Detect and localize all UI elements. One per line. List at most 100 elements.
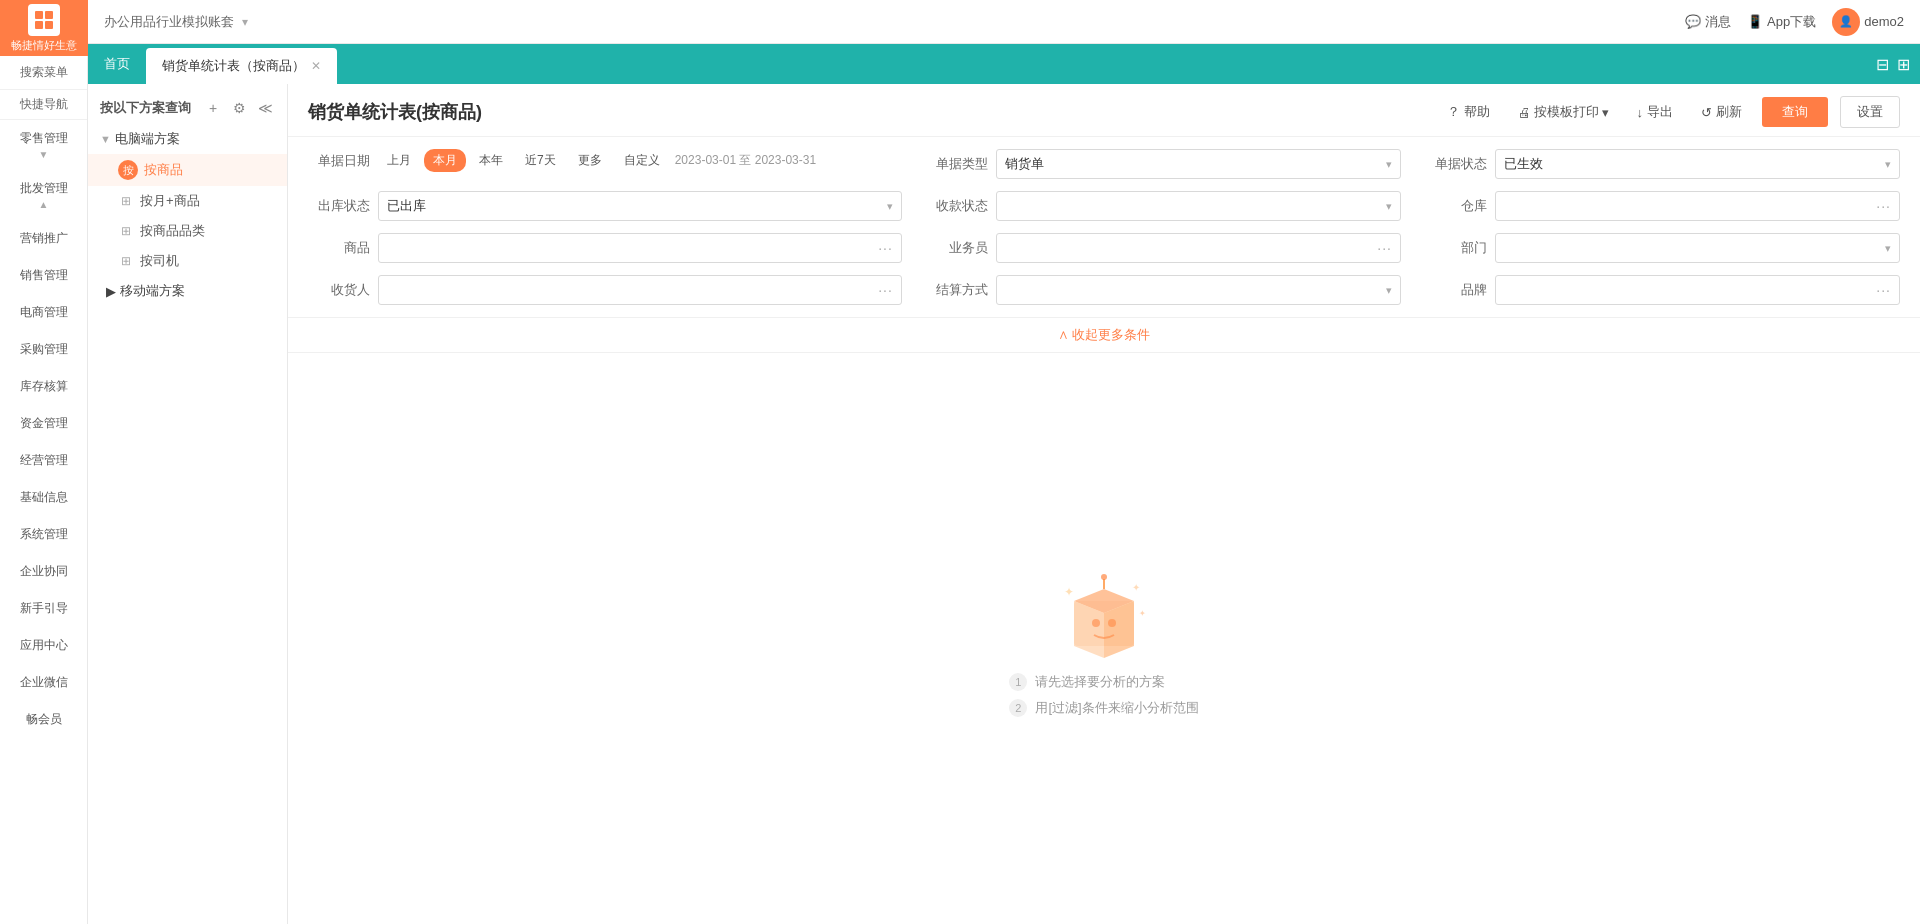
sidebar-item-corpwechat[interactable]: 企业微信 bbox=[0, 664, 87, 701]
sidebar-item-finance[interactable]: 资金管理 bbox=[0, 405, 87, 442]
sidebar-item-basic[interactable]: 基础信息 bbox=[0, 479, 87, 516]
filter-item-payment: 收款状态 ▾ bbox=[926, 191, 1401, 221]
svg-rect-1 bbox=[45, 11, 53, 19]
settings-btn[interactable]: 设置 bbox=[1840, 96, 1900, 128]
sidebar-item-appcenter[interactable]: 应用中心 bbox=[0, 627, 87, 664]
salesperson-label: 业务员 bbox=[926, 239, 996, 257]
product-input[interactable]: ··· bbox=[378, 233, 902, 263]
date-range-value: 2023-03-01 至 2023-03-31 bbox=[675, 152, 816, 169]
collapse-panel-btn[interactable]: ≪ bbox=[255, 98, 275, 118]
newbie-label: 新手引导 bbox=[20, 600, 68, 617]
tab-report-close[interactable]: ✕ bbox=[311, 59, 321, 73]
svg-rect-2 bbox=[35, 21, 43, 29]
salesperson-input[interactable]: ··· bbox=[996, 233, 1401, 263]
settings-scheme-btn[interactable]: ⚙ bbox=[229, 98, 249, 118]
sidebar-quicknav[interactable]: 快捷导航 bbox=[0, 90, 87, 120]
tab-report[interactable]: 销货单统计表（按商品） ✕ bbox=[146, 48, 337, 84]
sidebar-item-wholesale[interactable]: 批发管理 ▲ bbox=[0, 170, 87, 220]
app-download-label: App下载 bbox=[1767, 13, 1816, 31]
app-logo[interactable]: 畅捷情好生意 bbox=[0, 0, 88, 56]
tree-group-desktop-label: 电脑端方案 bbox=[115, 130, 180, 148]
outstatus-input[interactable]: 已出库 ▾ bbox=[378, 191, 902, 221]
sidebar-item-retail[interactable]: 零售管理 ▼ bbox=[0, 120, 87, 170]
receiver-dots: ··· bbox=[878, 282, 893, 298]
tree-item-by-month-product[interactable]: ⊞ 按月+商品 bbox=[88, 186, 287, 216]
warehouse-label: 仓库 bbox=[1425, 197, 1495, 215]
billtype-input[interactable]: 销货单 ▾ bbox=[996, 149, 1401, 179]
filter-item-brand: 品牌 ··· bbox=[1425, 275, 1900, 305]
payment-input[interactable]: ▾ bbox=[996, 191, 1401, 221]
sidebar-item-operations[interactable]: 经营管理 bbox=[0, 442, 87, 479]
query-btn[interactable]: 查询 bbox=[1762, 97, 1828, 127]
empty-tip-2: 2 用[过滤]条件来缩小分析范围 bbox=[1009, 699, 1198, 717]
wholesale-label: 批发管理 bbox=[20, 180, 68, 197]
filter-item-department: 部门 ▾ bbox=[1425, 233, 1900, 263]
help-btn[interactable]: ？ 帮助 bbox=[1439, 99, 1498, 125]
tip-num-1: 1 bbox=[1009, 673, 1027, 691]
receiver-input[interactable]: ··· bbox=[378, 275, 902, 305]
topbar-dropdown-arrow[interactable]: ▾ bbox=[242, 15, 248, 29]
export-icon: ↓ bbox=[1637, 105, 1644, 120]
sidebar-item-member[interactable]: 畅会员 bbox=[0, 701, 87, 738]
product-label: 商品 bbox=[308, 239, 378, 257]
outstatus-value: 已出库 bbox=[387, 197, 426, 215]
active-dot-icon: 按 bbox=[118, 160, 138, 180]
date-label: 单据日期 bbox=[308, 152, 378, 170]
refresh-btn[interactable]: ↺ 刷新 bbox=[1693, 99, 1750, 125]
tree-group-mobile-label: 移动端方案 bbox=[120, 282, 185, 300]
member-label: 畅会员 bbox=[26, 711, 62, 728]
tab-maximize-btn[interactable]: ⊞ bbox=[1897, 55, 1910, 74]
date-btn-custom[interactable]: 自定义 bbox=[615, 149, 669, 172]
date-btn-thisyear[interactable]: 本年 bbox=[470, 149, 512, 172]
sidebar-item-ecommerce[interactable]: 电商管理 bbox=[0, 294, 87, 331]
tab-home[interactable]: 首页 bbox=[88, 44, 146, 84]
svg-rect-3 bbox=[45, 21, 53, 29]
sidebar-item-marketing[interactable]: 营销推广 bbox=[0, 220, 87, 257]
sidebar-item-sales[interactable]: 销售管理 bbox=[0, 257, 87, 294]
filter-item-billstatus: 单据状态 已生效 ▾ bbox=[1425, 149, 1900, 179]
avatar-img: 👤 bbox=[1839, 15, 1853, 28]
department-input[interactable]: ▾ bbox=[1495, 233, 1900, 263]
tree-group-mobile-header[interactable]: ▶ 移动端方案 bbox=[88, 276, 287, 306]
filter-item-date: 单据日期 上月 本月 本年 近7天 更多 自定义 2023-03-01 至 20… bbox=[308, 149, 902, 172]
sidebar-item-enterprise[interactable]: 企业协同 bbox=[0, 553, 87, 590]
sidebar-item-newbie[interactable]: 新手引导 bbox=[0, 590, 87, 627]
outstatus-label: 出库状态 bbox=[308, 197, 378, 215]
date-btn-lastmonth[interactable]: 上月 bbox=[378, 149, 420, 172]
purchase-label: 采购管理 bbox=[20, 341, 68, 358]
tree-item-by-cashier[interactable]: ⊞ 按司机 bbox=[88, 246, 287, 276]
sidebar-item-inventory[interactable]: 库存核算 bbox=[0, 368, 87, 405]
app-download-btn[interactable]: 📱 App下载 bbox=[1747, 13, 1816, 31]
topbar-right: 💬 消息 📱 App下载 👤 demo2 bbox=[1685, 8, 1904, 36]
add-scheme-btn[interactable]: + bbox=[203, 98, 223, 118]
message-btn[interactable]: 💬 消息 bbox=[1685, 13, 1731, 31]
template-print-btn[interactable]: 🖨 按模板打印 ▾ bbox=[1510, 99, 1617, 125]
collapse-btn[interactable]: ∧ 收起更多条件 bbox=[288, 318, 1920, 353]
sidebar-item-system[interactable]: 系统管理 bbox=[0, 516, 87, 553]
billstatus-value: 已生效 bbox=[1504, 155, 1543, 173]
date-btn-more[interactable]: 更多 bbox=[569, 149, 611, 172]
refresh-label: 刷新 bbox=[1716, 103, 1742, 121]
tree-group-desktop-header[interactable]: ▼ 电脑端方案 bbox=[88, 124, 287, 154]
filter-row-1: 单据日期 上月 本月 本年 近7天 更多 自定义 2023-03-01 至 20… bbox=[308, 149, 1900, 179]
warehouse-input[interactable]: ··· bbox=[1495, 191, 1900, 221]
svg-text:✦: ✦ bbox=[1064, 585, 1074, 599]
brand-label: 品牌 bbox=[1425, 281, 1495, 299]
page-actions: ？ 帮助 🖨 按模板打印 ▾ ↓ 导出 ↺ 刷新 bbox=[1439, 96, 1901, 128]
message-label: 消息 bbox=[1705, 13, 1731, 31]
template-print-arrow: ▾ bbox=[1602, 105, 1609, 120]
sidebar-item-purchase[interactable]: 采购管理 bbox=[0, 331, 87, 368]
user-avatar-btn[interactable]: 👤 demo2 bbox=[1832, 8, 1904, 36]
tree-item-by-product[interactable]: 按 按商品 bbox=[88, 154, 287, 186]
tree-item-by-category[interactable]: ⊞ 按商品品类 bbox=[88, 216, 287, 246]
date-btn-thismonth[interactable]: 本月 bbox=[424, 149, 466, 172]
sidebar-search[interactable]: 搜索菜单 bbox=[0, 56, 87, 90]
export-btn[interactable]: ↓ 导出 bbox=[1629, 99, 1682, 125]
brand-input[interactable]: ··· bbox=[1495, 275, 1900, 305]
tab-minimize-btn[interactable]: ⊟ bbox=[1876, 55, 1889, 74]
settlement-input[interactable]: ▾ bbox=[996, 275, 1401, 305]
export-label: 导出 bbox=[1647, 103, 1673, 121]
billstatus-input[interactable]: 已生效 ▾ bbox=[1495, 149, 1900, 179]
tip-text-2: 用[过滤]条件来缩小分析范围 bbox=[1035, 699, 1198, 717]
date-btn-7days[interactable]: 近7天 bbox=[516, 149, 565, 172]
